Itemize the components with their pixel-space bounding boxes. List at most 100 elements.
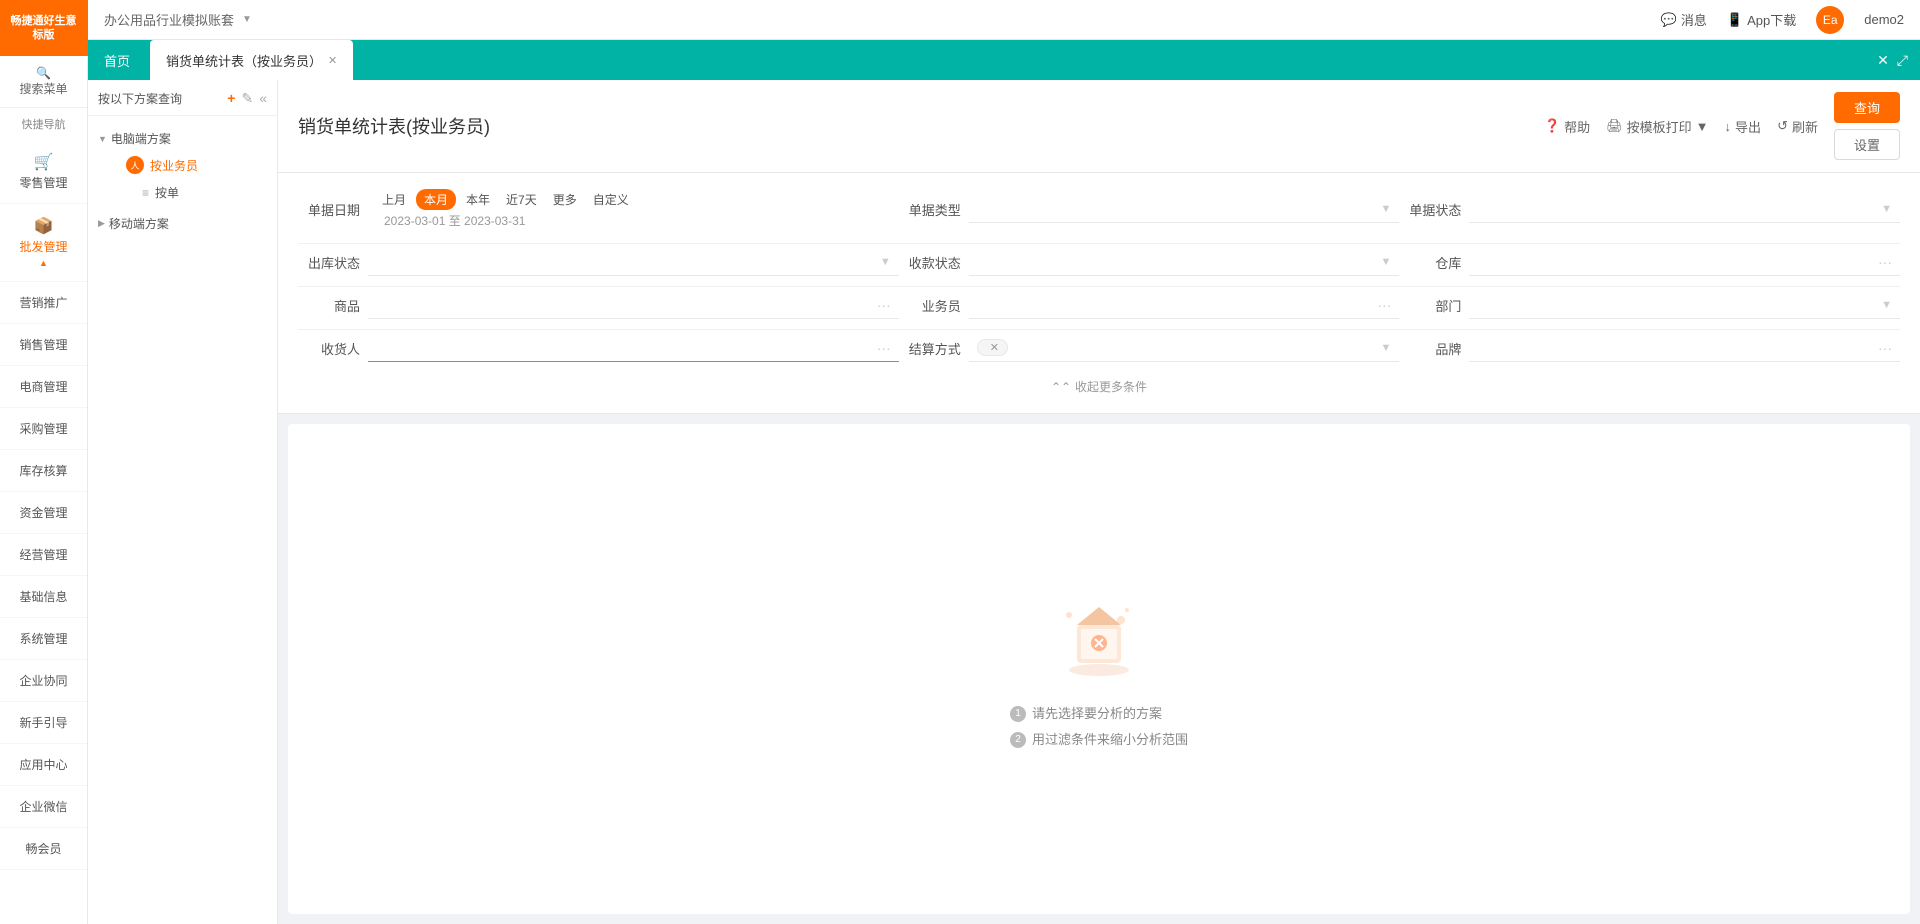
edit-scheme-icon[interactable]: ✎ <box>241 90 253 107</box>
tab-close-window-icon[interactable]: ✕ <box>1877 52 1889 69</box>
sidebar-item-marketing[interactable]: 营销推广 <box>0 282 87 324</box>
sidebar-item-retail[interactable]: 🛒 零售管理 <box>0 140 87 204</box>
empty-step-2: 2 用过滤条件来缩小分析范围 <box>1010 727 1188 753</box>
scheme-item-by-salesperson[interactable]: 人 按业务员 <box>98 151 267 179</box>
home-tab-label: 首页 <box>104 51 130 70</box>
goods-input[interactable]: ··· <box>368 291 899 319</box>
sidebar-item-member[interactable]: 畅会员 <box>0 828 87 870</box>
collapse-up-icon: ⌃⌃ <box>1051 380 1071 394</box>
sidebar: 畅捷通好生意 标版 🔍 搜索菜单 快捷导航 🛒 零售管理 📦 批发管理 ▲ 营销… <box>0 0 88 924</box>
receiver-input[interactable]: ··· <box>368 334 899 362</box>
sidebar-item-newbie[interactable]: 新手引导 <box>0 702 87 744</box>
avatar[interactable]: Ea <box>1816 6 1844 34</box>
tab-home[interactable]: 首页 <box>88 40 146 80</box>
sidebar-item-collab[interactable]: 企业协同 <box>0 660 87 702</box>
filter-row-1: 单据日期 上月 本月 本年 近7天 更多 自定义 2023-03-01 至 20… <box>298 185 1900 233</box>
search-menu[interactable]: 🔍 搜索菜单 <box>0 56 87 108</box>
refresh-button[interactable]: ↺ 刷新 <box>1777 117 1818 136</box>
doc-status-input[interactable]: ▼ <box>1469 195 1900 223</box>
refresh-icon: ↺ <box>1777 118 1788 134</box>
sidebar-item-system[interactable]: 系统管理 <box>0 618 87 660</box>
scheme-item-by-order[interactable]: ≡ 按单 <box>98 179 267 206</box>
sidebar-item-basic[interactable]: 基础信息 <box>0 576 87 618</box>
page-title: 销货单统计表(按业务员) <box>298 113 490 139</box>
tab-sales-stat[interactable]: 销货单统计表（按业务员） ✕ <box>150 40 353 80</box>
date-last-7[interactable]: 近7天 <box>500 189 543 210</box>
receiver-dots-icon[interactable]: ··· <box>877 340 891 356</box>
brand-input[interactable]: ··· <box>1469 334 1900 362</box>
doc-status-dropdown-icon[interactable]: ▼ <box>1881 203 1892 215</box>
scheme-item-icon: 人 <box>126 156 144 174</box>
sidebar-item-finance[interactable]: 资金管理 <box>0 492 87 534</box>
export-button[interactable]: ↓ 导出 <box>1725 117 1762 136</box>
settlement-clear-icon[interactable]: ✕ <box>990 341 999 354</box>
message-button[interactable]: 💬 消息 <box>1661 10 1707 29</box>
date-custom[interactable]: 自定义 <box>587 189 635 210</box>
settlement-label: 结算方式 <box>899 339 969 358</box>
payment-status-input[interactable]: ▼ <box>969 248 1400 276</box>
query-button[interactable]: 查询 <box>1834 92 1900 123</box>
department-input[interactable]: ▼ <box>1469 291 1900 319</box>
filter-settlement-item: 结算方式 ✕ ▼ <box>899 334 1400 362</box>
sidebar-item-operation[interactable]: 经营管理 <box>0 534 87 576</box>
sidebar-item-wechat[interactable]: 企业微信 <box>0 786 87 828</box>
payment-status-dropdown-icon[interactable]: ▼ <box>1380 256 1391 268</box>
doc-type-dropdown-icon[interactable]: ▼ <box>1380 203 1391 215</box>
collapse-panel-icon[interactable]: « <box>259 90 267 107</box>
brand-dots-icon[interactable]: ··· <box>1878 340 1892 356</box>
department-label: 部门 <box>1399 296 1469 315</box>
tab-close-icon[interactable]: ✕ <box>328 54 337 67</box>
settlement-dropdown-icon[interactable]: ▼ <box>1380 342 1391 354</box>
page-header: 销货单统计表(按业务员) ❓ 帮助 🖨 按模板打印 ▼ ↓ 导出 <box>278 80 1920 173</box>
help-icon: ❓ <box>1544 118 1560 134</box>
shortcut-nav[interactable]: 快捷导航 <box>22 108 66 140</box>
filter-row-2: 出库状态 ▼ 收款状态 ▼ 仓库 <box>298 248 1900 276</box>
scheme-item-label: 按业务员 <box>150 157 198 174</box>
doc-type-label: 单据类型 <box>899 200 969 219</box>
settings-button[interactable]: 设置 <box>1834 129 1900 160</box>
date-range-text: 2023-03-01 至 2023-03-31 <box>384 212 525 229</box>
payment-status-label: 收款状态 <box>899 253 969 272</box>
logo-text: 畅捷通好生意 标版 <box>11 14 77 43</box>
settlement-input[interactable]: ✕ ▼ <box>969 334 1400 362</box>
tab-maximize-icon[interactable]: ⤢ <box>1897 52 1908 69</box>
goods-dots-icon[interactable]: ··· <box>877 297 891 313</box>
sidebar-item-wholesale[interactable]: 📦 批发管理 ▲ <box>0 204 87 282</box>
out-status-dropdown-icon[interactable]: ▼ <box>880 256 891 268</box>
filter-out-status-item: 出库状态 ▼ <box>298 248 899 276</box>
salesperson-input[interactable]: ··· <box>969 291 1400 319</box>
filter-date-item: 单据日期 上月 本月 本年 近7天 更多 自定义 2023-03-01 至 20… <box>298 185 899 233</box>
sidebar-item-appstore[interactable]: 应用中心 <box>0 744 87 786</box>
department-dropdown-icon[interactable]: ▼ <box>1881 299 1892 311</box>
sidebar-item-purchase[interactable]: 采购管理 <box>0 408 87 450</box>
header-left: 办公用品行业模拟账套 ▼ <box>104 10 252 29</box>
mobile-scheme-label: 移动端方案 <box>109 215 169 232</box>
add-scheme-icon[interactable]: + <box>227 90 235 107</box>
document-dropdown-arrow[interactable]: ▼ <box>242 14 252 25</box>
salesperson-dots-icon[interactable]: ··· <box>1377 297 1391 313</box>
date-this-year[interactable]: 本年 <box>460 189 496 210</box>
tab-bar-right: ✕ ⤢ <box>1877 52 1920 69</box>
user-name[interactable]: demo2 <box>1864 12 1904 27</box>
left-panel-icons: + ✎ « <box>227 90 267 107</box>
app-download-button[interactable]: 📱 App下载 <box>1727 10 1796 29</box>
sidebar-item-ecommerce[interactable]: 电商管理 <box>0 366 87 408</box>
template-print-button[interactable]: 🖨 按模板打印 ▼ <box>1606 117 1708 136</box>
warehouse-input[interactable]: ··· <box>1469 248 1900 276</box>
collapse-bar[interactable]: ⌃⌃ 收起更多条件 <box>298 372 1900 401</box>
date-last-month[interactable]: 上月 <box>376 189 412 210</box>
sidebar-item-inventory[interactable]: 库存核算 <box>0 450 87 492</box>
desktop-scheme-header[interactable]: ▼ 电脑端方案 <box>98 126 267 151</box>
app-logo[interactable]: 畅捷通好生意 标版 <box>0 0 88 56</box>
doc-type-input[interactable]: ▼ <box>969 195 1400 223</box>
tab-bar: 首页 销货单统计表（按业务员） ✕ ✕ ⤢ <box>88 40 1920 80</box>
warehouse-dots-icon[interactable]: ··· <box>1878 254 1892 270</box>
date-more[interactable]: 更多 <box>547 189 583 210</box>
date-this-month[interactable]: 本月 <box>416 189 456 210</box>
desktop-scheme-arrow: ▼ <box>98 134 107 144</box>
sidebar-item-sales[interactable]: 销售管理 <box>0 324 87 366</box>
mobile-scheme-item[interactable]: ▶ 移动端方案 <box>88 210 277 237</box>
out-status-input[interactable]: ▼ <box>368 248 899 276</box>
print-dropdown-arrow[interactable]: ▼ <box>1696 119 1709 134</box>
help-button[interactable]: ❓ 帮助 <box>1544 117 1590 136</box>
